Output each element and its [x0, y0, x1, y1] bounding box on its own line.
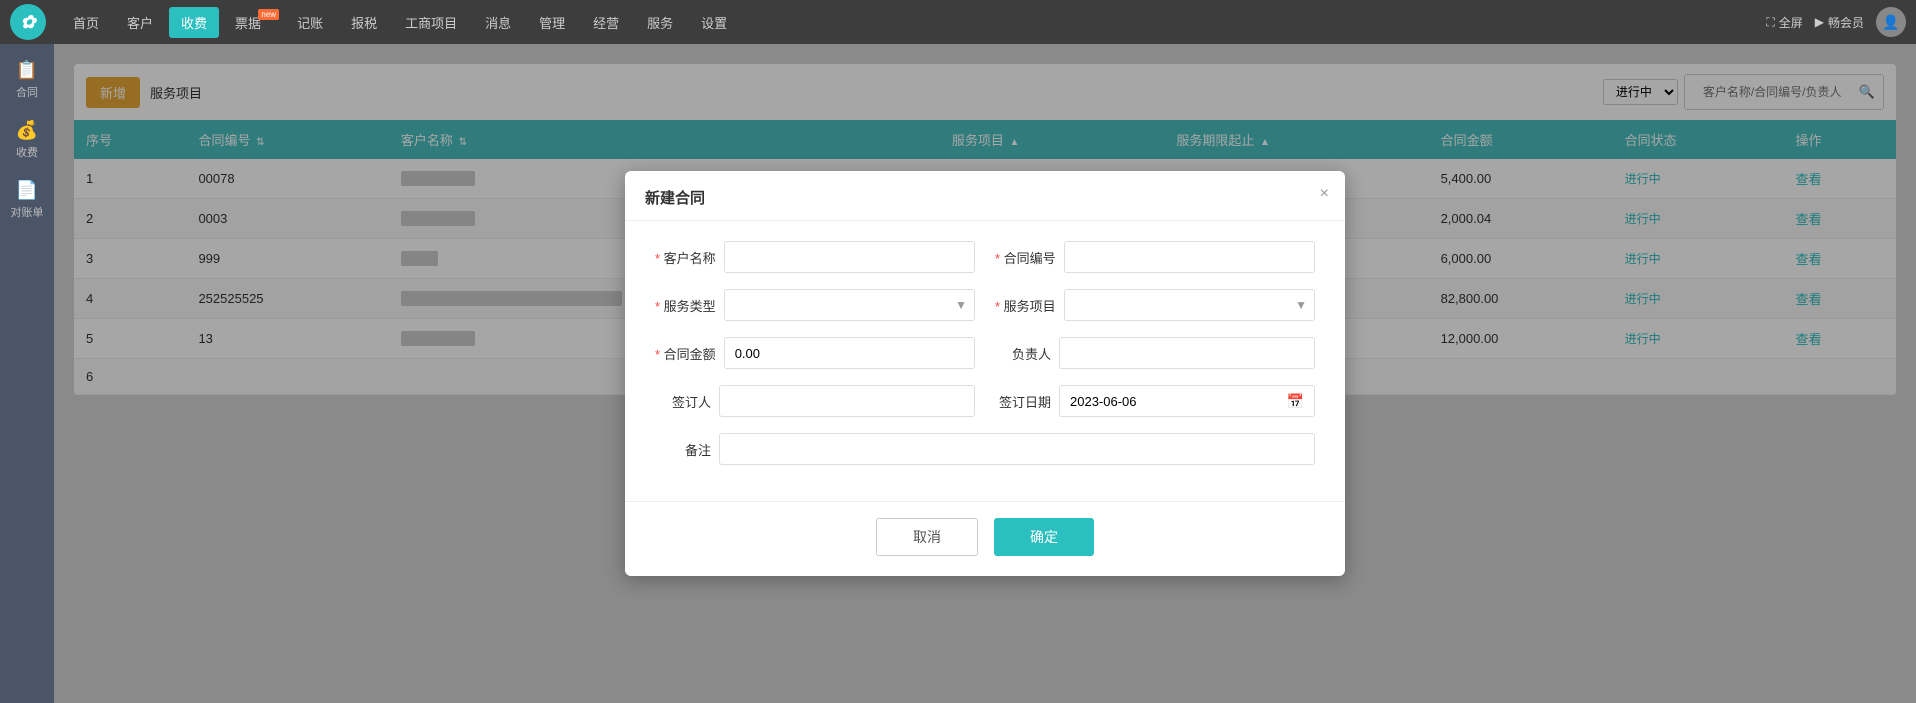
nav-invoice[interactable]: 票据 new	[223, 7, 281, 38]
sign-date-value: 2023-06-06	[1070, 394, 1137, 409]
form-row-4: 签订人 签订日期 2023-06-06 📅	[655, 385, 1315, 417]
customer-name-input[interactable]	[724, 241, 975, 273]
form-group-signer: 签订人	[655, 385, 975, 417]
contract-no-label: 合同编号	[995, 248, 1056, 267]
play-icon: ▶	[1815, 15, 1824, 29]
sidebar-item-statement[interactable]: 📄 对账单	[2, 172, 52, 228]
service-item-select[interactable]	[1064, 289, 1315, 321]
dialog-footer: 取消 确定	[625, 501, 1345, 576]
nav-customer[interactable]: 客户	[115, 7, 165, 38]
dialog-body: 客户名称 合同编号 服务类型	[625, 221, 1345, 501]
service-type-select-wrap: ▼	[724, 289, 975, 321]
signer-input[interactable]	[719, 385, 975, 417]
new-badge: new	[258, 9, 279, 20]
fullscreen-icon: ⛶	[1766, 15, 1774, 30]
amount-label: 合同金额	[655, 344, 716, 363]
sign-date-picker[interactable]: 2023-06-06 📅	[1059, 385, 1315, 417]
calendar-icon[interactable]: 📅	[1287, 393, 1304, 410]
cancel-button[interactable]: 取消	[876, 518, 978, 556]
nav-home[interactable]: 首页	[61, 7, 111, 38]
nav-business[interactable]: 工商项目	[393, 7, 469, 38]
form-group-service-item: 服务项目 ▼	[995, 289, 1315, 321]
responsible-input[interactable]	[1059, 337, 1315, 369]
sidebar-item-contract[interactable]: 📋 合同	[2, 52, 52, 108]
form-group-responsible: 负责人	[995, 337, 1315, 369]
form-group-notes: 备注	[655, 433, 1315, 465]
amount-input[interactable]	[724, 337, 975, 369]
nav-manage[interactable]: 管理	[527, 7, 577, 38]
notes-label: 备注	[655, 440, 711, 459]
nav-right-actions: ⛶ 全屏 ▶ 畅会员 👤	[1766, 7, 1906, 37]
app-logo: ✿	[10, 4, 46, 40]
service-type-label: 服务类型	[655, 296, 716, 315]
fullscreen-button[interactable]: ⛶ 全屏	[1766, 14, 1802, 31]
signer-label: 签订人	[655, 392, 711, 411]
new-contract-dialog: 新建合同 × 客户名称 合同编号	[625, 171, 1345, 576]
customer-name-label: 客户名称	[655, 248, 716, 267]
dialog-close-button[interactable]: ×	[1320, 185, 1329, 203]
form-group-sign-date: 签订日期 2023-06-06 📅	[995, 385, 1315, 417]
nav-billing[interactable]: 收费	[169, 7, 219, 38]
billing-icon: 💰	[16, 120, 38, 141]
member-button[interactable]: ▶ 畅会员	[1815, 14, 1864, 31]
contract-icon: 📋	[16, 60, 38, 81]
dialog-title: 新建合同	[645, 190, 705, 207]
avatar[interactable]: 👤	[1876, 7, 1906, 37]
form-row-1: 客户名称 合同编号	[655, 241, 1315, 273]
nav-bookkeeping[interactable]: 记账	[285, 7, 335, 38]
content-area: 新增 服务项目 进行中 🔍 序号 合同编号 ⇅	[54, 44, 1916, 703]
contract-no-input[interactable]	[1064, 241, 1315, 273]
main-area: 📋 合同 💰 收费 📄 对账单 新增 服务项目 进行中	[0, 44, 1916, 703]
nav-settings[interactable]: 设置	[689, 7, 739, 38]
form-row-2: 服务类型 ▼ 服务项目 ▼	[655, 289, 1315, 321]
sidebar: 📋 合同 💰 收费 📄 对账单	[0, 44, 54, 703]
nav-message[interactable]: 消息	[473, 7, 523, 38]
form-group-amount: 合同金额	[655, 337, 975, 369]
form-row-3: 合同金额 负责人	[655, 337, 1315, 369]
responsible-label: 负责人	[995, 344, 1051, 363]
service-item-select-wrap: ▼	[1064, 289, 1315, 321]
form-group-contract-no: 合同编号	[995, 241, 1315, 273]
confirm-button[interactable]: 确定	[994, 518, 1094, 556]
service-type-select[interactable]	[724, 289, 975, 321]
sidebar-item-billing[interactable]: 💰 收费	[2, 112, 52, 168]
sign-date-label: 签订日期	[995, 392, 1051, 411]
nav-operations[interactable]: 经营	[581, 7, 631, 38]
form-group-customer: 客户名称	[655, 241, 975, 273]
notes-input[interactable]	[719, 433, 1315, 465]
service-item-label: 服务项目	[995, 296, 1056, 315]
modal-overlay: 新建合同 × 客户名称 合同编号	[54, 44, 1916, 703]
form-group-service-type: 服务类型 ▼	[655, 289, 975, 321]
dialog-header: 新建合同 ×	[625, 171, 1345, 221]
top-navigation: ✿ 首页 客户 收费 票据 new 记账 报税 工商项目 消息 管理 经营 服务…	[0, 0, 1916, 44]
statement-icon: 📄	[16, 180, 38, 201]
form-row-5: 备注	[655, 433, 1315, 465]
nav-service[interactable]: 服务	[635, 7, 685, 38]
nav-items: 首页 客户 收费 票据 new 记账 报税 工商项目 消息 管理 经营 服务 设…	[61, 7, 1766, 38]
nav-tax[interactable]: 报税	[339, 7, 389, 38]
